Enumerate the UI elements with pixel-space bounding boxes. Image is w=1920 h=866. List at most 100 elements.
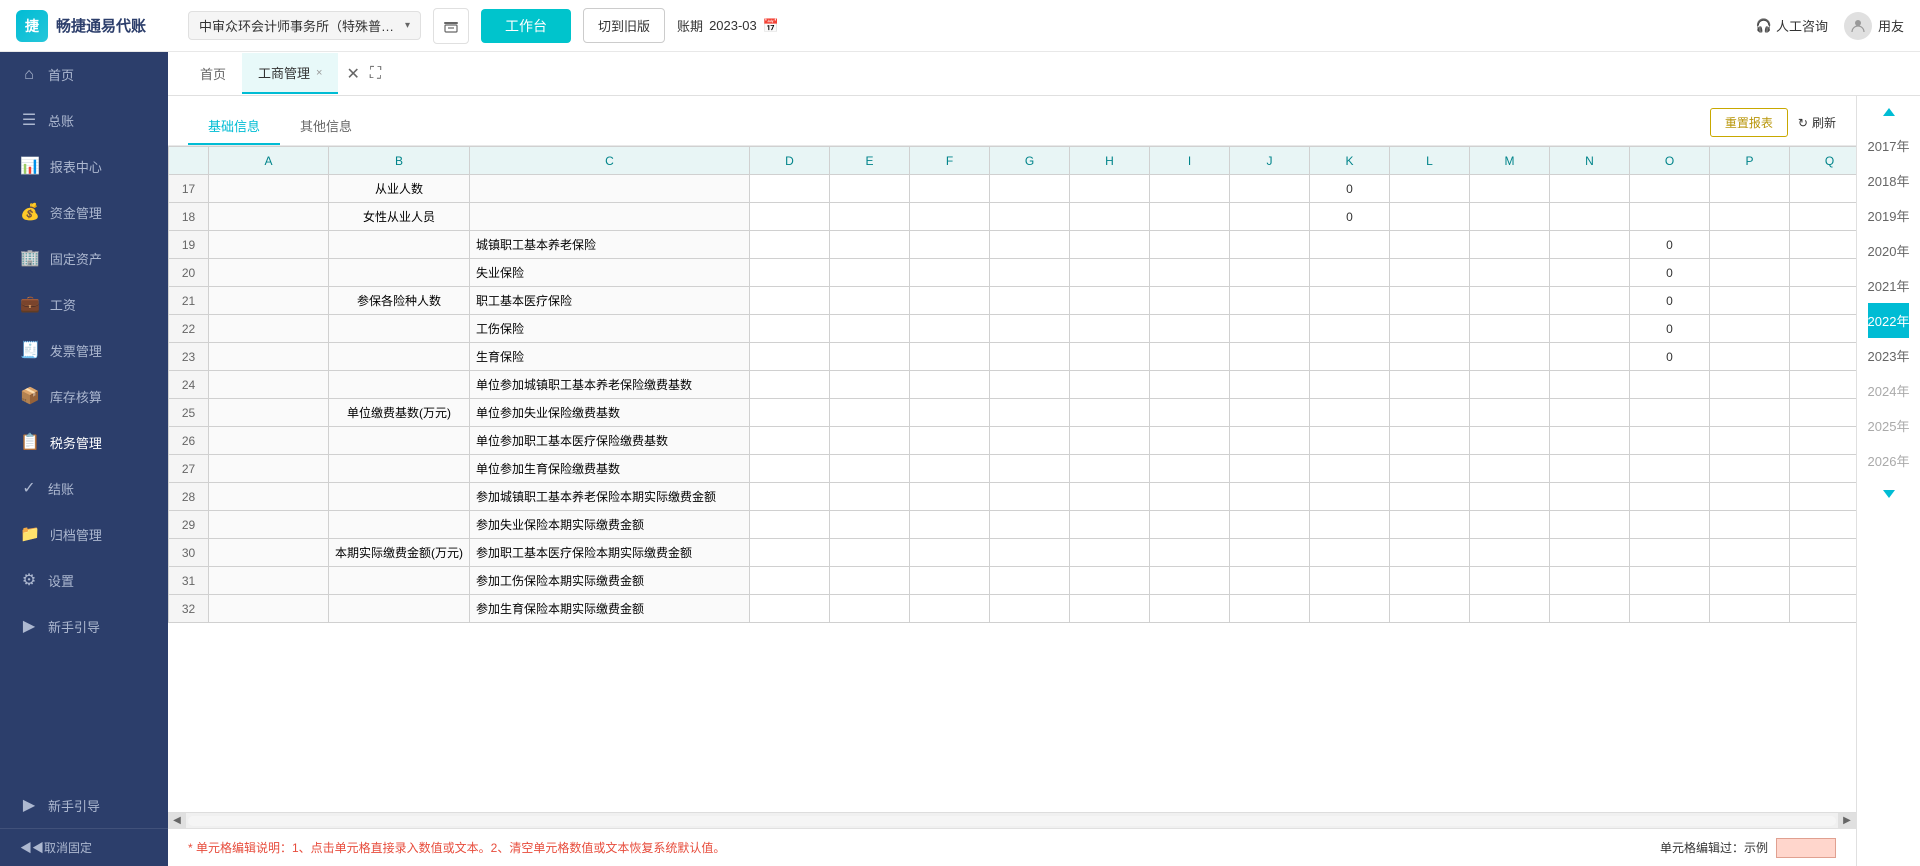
year-nav-down[interactable]: [1857, 478, 1920, 510]
cell-b[interactable]: [329, 511, 470, 539]
cell-m[interactable]: [1470, 203, 1550, 231]
cell-b[interactable]: 本期实际缴费金额(万元): [329, 539, 470, 567]
cell-h[interactable]: [1070, 455, 1150, 483]
cell-p[interactable]: [1710, 455, 1790, 483]
cell-g[interactable]: [990, 455, 1070, 483]
sidebar-item-report[interactable]: 📊报表中心: [0, 143, 168, 189]
cell-a[interactable]: [209, 511, 329, 539]
cell-i[interactable]: [1150, 595, 1230, 623]
sidebar-item-settings[interactable]: ⚙设置: [0, 557, 168, 603]
cell-f[interactable]: [910, 483, 990, 511]
cell-a[interactable]: [209, 371, 329, 399]
cell-e[interactable]: [830, 175, 910, 203]
scroll-track[interactable]: [188, 816, 1836, 826]
cell-c[interactable]: 单位参加职工基本医疗保险缴费基数: [470, 427, 750, 455]
sidebar-item-tax[interactable]: 📋税务管理: [0, 419, 168, 465]
cell-f[interactable]: [910, 399, 990, 427]
cell-j[interactable]: [1230, 511, 1310, 539]
cell-e[interactable]: [830, 483, 910, 511]
cell-d[interactable]: [750, 483, 830, 511]
cell-c[interactable]: 工伤保险: [470, 315, 750, 343]
cell-p[interactable]: [1710, 539, 1790, 567]
cell-g[interactable]: [990, 595, 1070, 623]
cell-k[interactable]: [1310, 427, 1390, 455]
cell-e[interactable]: [830, 371, 910, 399]
cell-b[interactable]: 女性从业人员: [329, 203, 470, 231]
cell-b[interactable]: 从业人数: [329, 175, 470, 203]
cell-a[interactable]: [209, 259, 329, 287]
cell-n[interactable]: [1550, 539, 1630, 567]
year-nav-up[interactable]: [1857, 96, 1920, 128]
calendar-icon[interactable]: 📅: [763, 18, 779, 34]
cell-g[interactable]: [990, 203, 1070, 231]
cell-n[interactable]: [1550, 203, 1630, 231]
cell-q[interactable]: [1790, 371, 1857, 399]
cell-i[interactable]: [1150, 567, 1230, 595]
cell-b[interactable]: [329, 231, 470, 259]
cell-o[interactable]: [1630, 455, 1710, 483]
refresh-button[interactable]: ↻ 刷新: [1798, 114, 1836, 131]
workbench-button[interactable]: 工作台: [481, 9, 571, 43]
cell-m[interactable]: [1470, 315, 1550, 343]
user-area[interactable]: 用友: [1844, 12, 1904, 40]
cell-g[interactable]: [990, 427, 1070, 455]
cell-h[interactable]: [1070, 371, 1150, 399]
cell-k[interactable]: 0: [1310, 175, 1390, 203]
cell-c[interactable]: 参加城镇职工基本养老保险本期实际缴费金额: [470, 483, 750, 511]
cell-d[interactable]: [750, 343, 830, 371]
year-item-2017[interactable]: 2017年: [1868, 128, 1910, 163]
sidebar-item-archive[interactable]: 📁归档管理: [0, 511, 168, 557]
cell-g[interactable]: [990, 567, 1070, 595]
cell-j[interactable]: [1230, 231, 1310, 259]
cell-n[interactable]: [1550, 259, 1630, 287]
cell-m[interactable]: [1470, 539, 1550, 567]
cell-j[interactable]: [1230, 371, 1310, 399]
cell-m[interactable]: [1470, 567, 1550, 595]
cell-k[interactable]: [1310, 567, 1390, 595]
cell-j[interactable]: [1230, 203, 1310, 231]
sidebar-pin[interactable]: ◀◀取消固定: [0, 828, 168, 866]
year-item-2019[interactable]: 2019年: [1868, 198, 1910, 233]
cell-g[interactable]: [990, 175, 1070, 203]
cell-o[interactable]: 0: [1630, 287, 1710, 315]
cell-b[interactable]: [329, 315, 470, 343]
cell-c[interactable]: 参加生育保险本期实际缴费金额: [470, 595, 750, 623]
cell-f[interactable]: [910, 343, 990, 371]
cell-l[interactable]: [1390, 399, 1470, 427]
cell-d[interactable]: [750, 175, 830, 203]
cell-o[interactable]: 0: [1630, 343, 1710, 371]
cell-n[interactable]: [1550, 231, 1630, 259]
cell-l[interactable]: [1390, 511, 1470, 539]
cell-n[interactable]: [1550, 399, 1630, 427]
cell-q[interactable]: [1790, 259, 1857, 287]
cell-o[interactable]: [1630, 203, 1710, 231]
cell-i[interactable]: [1150, 343, 1230, 371]
cell-h[interactable]: [1070, 511, 1150, 539]
cell-h[interactable]: [1070, 287, 1150, 315]
cell-k[interactable]: [1310, 371, 1390, 399]
cell-f[interactable]: [910, 259, 990, 287]
cell-m[interactable]: [1470, 483, 1550, 511]
cell-k[interactable]: [1310, 511, 1390, 539]
cell-k[interactable]: [1310, 259, 1390, 287]
cell-f[interactable]: [910, 203, 990, 231]
cell-d[interactable]: [750, 455, 830, 483]
cell-c[interactable]: 生育保险: [470, 343, 750, 371]
cell-m[interactable]: [1470, 399, 1550, 427]
cell-b[interactable]: [329, 567, 470, 595]
cell-f[interactable]: [910, 175, 990, 203]
cell-q[interactable]: [1790, 511, 1857, 539]
cell-i[interactable]: [1150, 483, 1230, 511]
cell-q[interactable]: [1790, 203, 1857, 231]
cell-k[interactable]: [1310, 539, 1390, 567]
cell-p[interactable]: [1710, 399, 1790, 427]
year-item-2025[interactable]: 2025年: [1868, 408, 1910, 443]
cell-j[interactable]: [1230, 455, 1310, 483]
cell-n[interactable]: [1550, 315, 1630, 343]
cell-q[interactable]: [1790, 483, 1857, 511]
cell-c[interactable]: [470, 175, 750, 203]
cell-i[interactable]: [1150, 287, 1230, 315]
cell-p[interactable]: [1710, 483, 1790, 511]
cell-n[interactable]: [1550, 595, 1630, 623]
cell-k[interactable]: [1310, 455, 1390, 483]
